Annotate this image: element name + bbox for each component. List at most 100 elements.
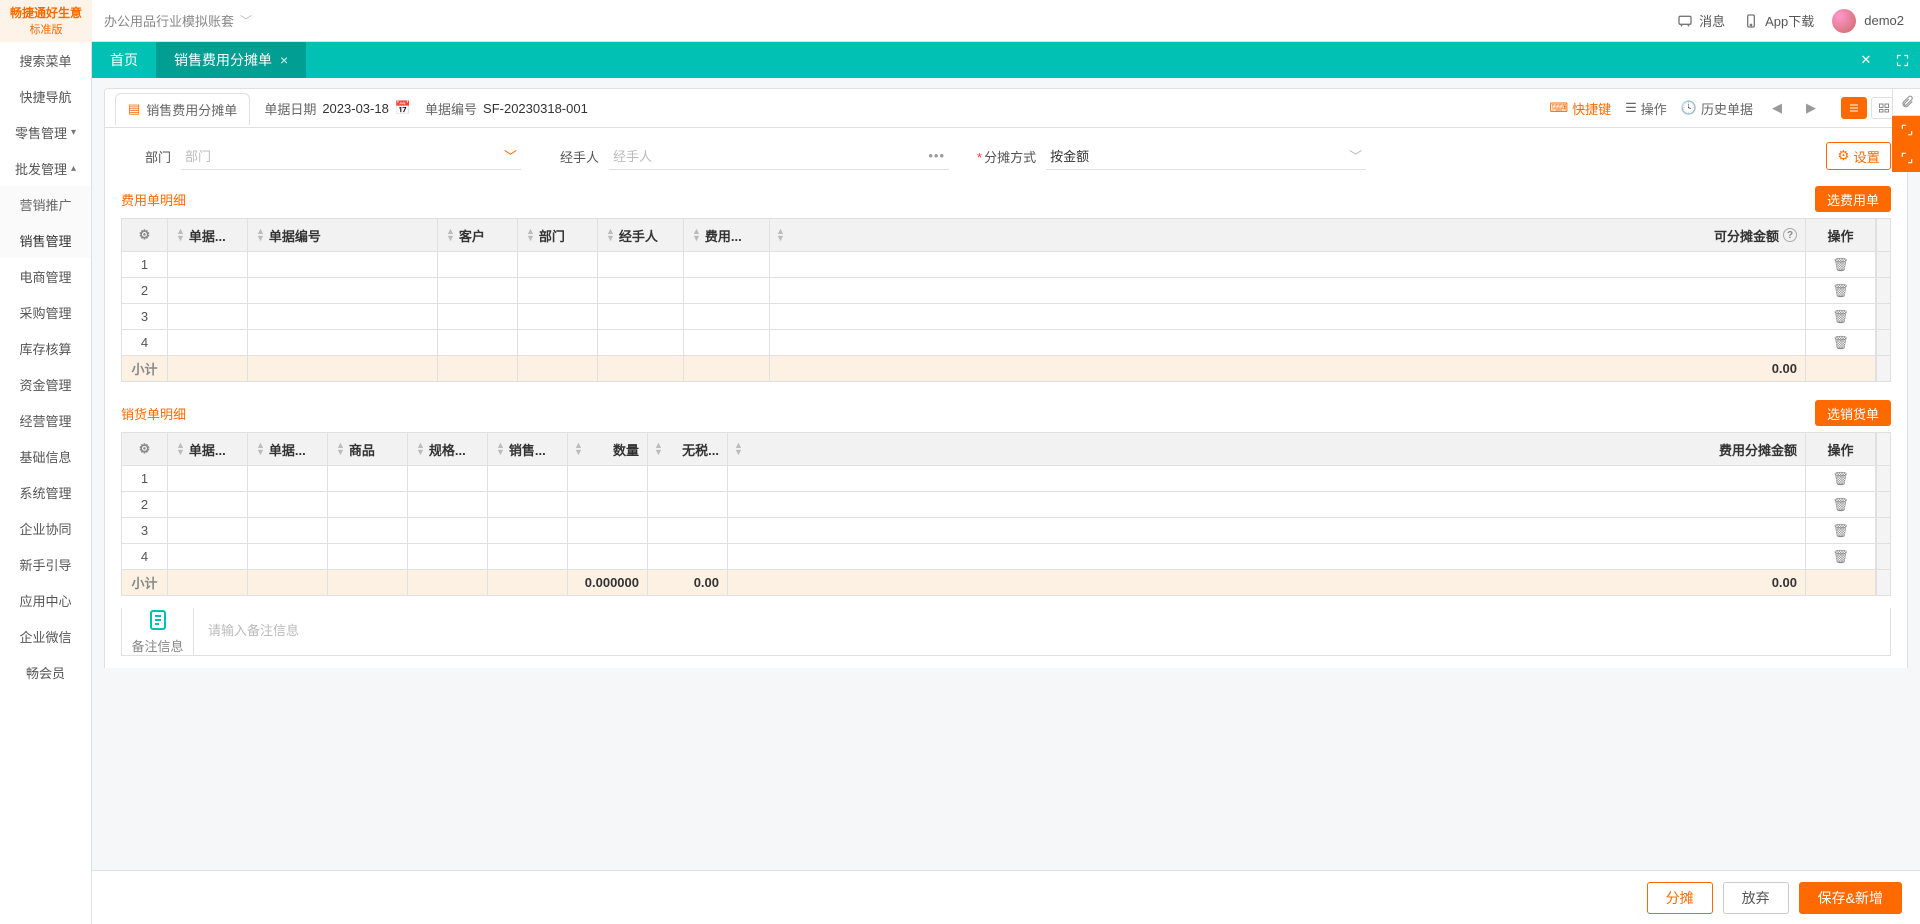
gear-column[interactable]: ⚙ [122,433,168,465]
expand-icon [1900,123,1914,137]
user-menu[interactable]: demo2 [1832,9,1904,33]
table-row: 4 [122,544,168,569]
method-select[interactable]: 按金额 ﹀ [1046,142,1366,170]
table-row: 3 [122,518,168,543]
sidebar-item-search[interactable]: 搜索菜单 [0,42,91,78]
expense-subtotal-row: 小计 0.00 [122,355,1890,381]
col-op: 操作 [1806,219,1876,251]
close-icon[interactable]: × [280,52,288,68]
shortcut-button[interactable]: ⌨ 快捷键 [1549,99,1611,118]
logo-edition: 标准版 [30,21,63,37]
collapse-button[interactable] [1892,144,1920,172]
sidebar-item-ecommerce[interactable]: 电商管理 [0,258,91,294]
gear-icon: ⚙ [139,227,151,243]
sidebar-item-member[interactable]: 畅会员 [0,654,91,690]
sidebar-item-operation[interactable]: 经营管理 [0,402,91,438]
tab-strip: 首页 销售费用分摊单 × ✕ [92,42,1920,78]
sidebar-item-retail[interactable]: 零售管理▾ [0,114,91,150]
next-doc-button[interactable]: ▶ [1801,100,1821,116]
sidebar-item-finance[interactable]: 资金管理 [0,366,91,402]
operate-button[interactable]: ☰ 操作 [1625,99,1667,118]
col-alloc[interactable]: ▲▼费用分摊金额 [728,433,1806,465]
mobile-icon [1743,13,1759,29]
delete-icon[interactable]: 🗑 [1832,471,1849,487]
sidebar-item-purchase[interactable]: 采购管理 [0,294,91,330]
keyboard-icon: ⌨ [1549,100,1568,116]
delete-icon[interactable]: 🗑 [1832,309,1849,325]
gear-column[interactable]: ⚙ [122,219,168,251]
sidebar-item-marketing[interactable]: 营销推广 [0,186,91,222]
history-button[interactable]: 🕓 历史单据 [1681,99,1753,118]
col-spec[interactable]: ▲▼规格... [408,433,488,465]
delete-icon[interactable]: 🗑 [1832,523,1849,539]
expand-button[interactable] [1892,116,1920,144]
attachment-button[interactable] [1892,88,1920,116]
tab-current[interactable]: 销售费用分摊单 × [156,42,306,78]
col-product[interactable]: ▲▼商品 [328,433,408,465]
section-title: 销货单明细 [121,404,186,423]
col-docdate[interactable]: ▲▼单据... [168,433,248,465]
message-icon [1677,13,1693,29]
sidebar-item-wholesale[interactable]: 批发管理▴ [0,150,91,186]
doc-header: ▤ 销售费用分摊单 单据日期 2023-03-18 📅 单据编号 SF-2023… [104,88,1908,128]
col-customer[interactable]: ▲▼客户 [438,219,518,251]
tab-home[interactable]: 首页 [92,42,156,78]
save-new-button[interactable]: 保存&新增 [1799,882,1902,914]
col-dept[interactable]: ▲▼部门 [518,219,598,251]
sidebar-item-guide[interactable]: 新手引导 [0,546,91,582]
sidebar-item-system[interactable]: 系统管理 [0,474,91,510]
delete-icon[interactable]: 🗑 [1832,497,1849,513]
org-selector[interactable]: 办公用品行业模拟账套 ﹀ [104,11,252,30]
calendar-icon[interactable]: 📅 [395,100,411,116]
col-docdate[interactable]: ▲▼单据... [168,219,248,251]
select-expense-button[interactable]: 选费用单 [1815,186,1891,212]
sidebar-item-basedata[interactable]: 基础信息 [0,438,91,474]
sidebar-item-enterprise[interactable]: 企业协同 [0,510,91,546]
col-qty[interactable]: ▲▼数量 [568,433,648,465]
delete-icon[interactable]: 🗑 [1832,257,1849,273]
remarks-label: 备注信息 [122,608,194,655]
sidebar-item-wecom[interactable]: 企业微信 [0,618,91,654]
info-icon[interactable]: ? [1783,228,1797,242]
col-docno[interactable]: ▲▼单据编号 [248,219,438,251]
col-handler[interactable]: ▲▼经手人 [598,219,684,251]
chevron-down-icon: ﹀ [504,146,517,165]
method-field: *分摊方式 按金额 ﹀ [977,142,1366,170]
paperclip-icon [1900,95,1914,109]
delete-icon[interactable]: 🗑 [1832,283,1849,299]
delete-icon[interactable]: 🗑 [1832,335,1849,351]
allocate-button[interactable]: 分摊 [1647,882,1713,914]
footer-bar: 分摊 放弃 保存&新增 [92,870,1920,924]
handler-field: 经手人 经手人 ••• [549,142,949,170]
table-row: 4 [122,330,168,355]
app-download-button[interactable]: App下载 [1743,11,1814,30]
messages-button[interactable]: 消息 [1677,11,1725,30]
dept-input[interactable]: 部门 ﹀ [181,142,521,170]
sales-table: ⚙ ▲▼单据... ▲▼单据... ▲▼商品 ▲▼规格... ▲▼销售... ▲… [121,432,1891,596]
caret-up-icon: ▴ [71,163,76,174]
sidebar-item-sales[interactable]: 销售管理 [0,222,91,258]
col-notax[interactable]: ▲▼无税... [648,433,728,465]
view-list-button[interactable] [1841,97,1867,119]
discard-button[interactable]: 放弃 [1723,882,1789,914]
select-sales-button[interactable]: 选销货单 [1815,400,1891,426]
document-icon: ▤ [128,101,140,117]
sidebar-item-inventory[interactable]: 库存核算 [0,330,91,366]
table-row: 1 [122,252,168,277]
handler-input[interactable]: 经手人 ••• [609,142,949,170]
col-fee[interactable]: ▲▼费用... [684,219,770,251]
tab-close-all[interactable]: ✕ [1848,42,1884,78]
col-sale[interactable]: ▲▼销售... [488,433,568,465]
chevron-down-icon: ﹀ [1349,146,1362,165]
sidebar-item-appcenter[interactable]: 应用中心 [0,582,91,618]
tab-fullscreen[interactable] [1884,42,1920,78]
sidebar-item-quicknav[interactable]: 快捷导航 [0,78,91,114]
settings-button[interactable]: ⚙ 设置 [1826,142,1891,170]
gear-icon: ⚙ [1837,148,1849,164]
prev-doc-button[interactable]: ◀ [1767,100,1787,116]
col-docno[interactable]: ▲▼单据... [248,433,328,465]
remarks-input[interactable]: 请输入备注信息 [194,608,1890,655]
delete-icon[interactable]: 🗑 [1832,549,1849,565]
avatar [1832,9,1856,33]
col-alloc[interactable]: ▲▼ 可分摊金额? [770,219,1806,251]
